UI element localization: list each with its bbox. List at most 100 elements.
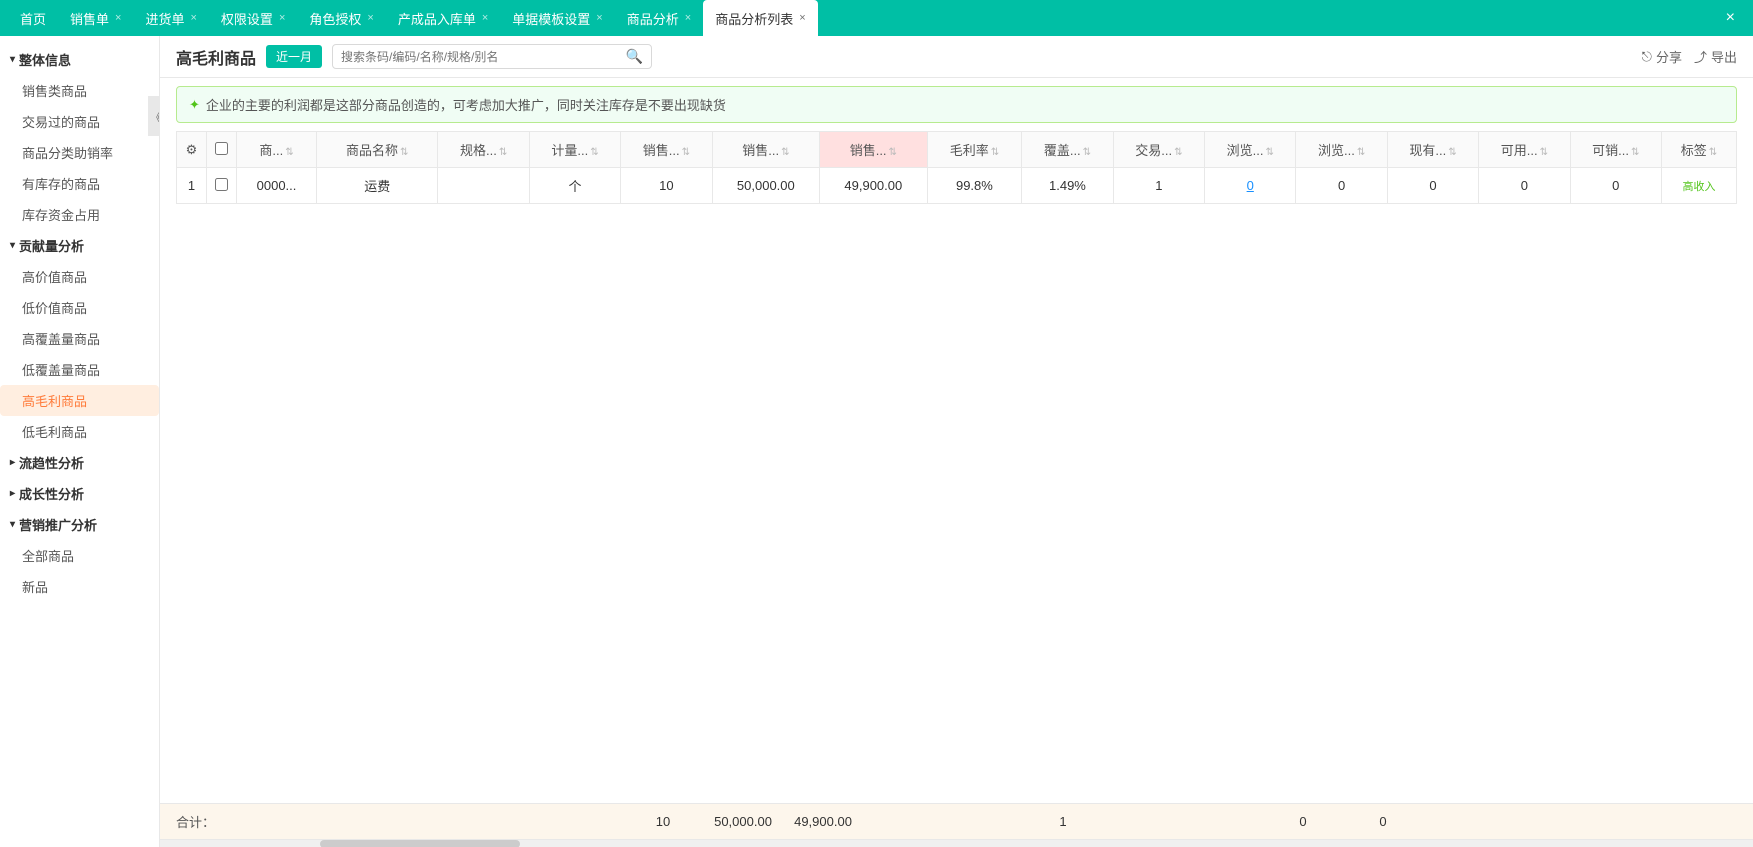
close-template-tab[interactable]: × [596, 12, 602, 24]
col-transaction[interactable]: 交易...⇅ [1113, 132, 1204, 168]
nav-purchase[interactable]: 进货单 × [133, 0, 208, 36]
nav-home[interactable]: 首页 [8, 0, 58, 36]
data-table: ⚙ 商...⇅ 商品名称⇅ 规格...⇅ 计量...⇅ 销售...⇅ 销售...… [176, 131, 1737, 204]
table-header-row: ⚙ 商...⇅ 商品名称⇅ 规格...⇅ 计量...⇅ 销售...⇅ 销售...… [177, 132, 1737, 168]
close-analysis-tab[interactable]: × [685, 12, 691, 24]
col-margin-rate[interactable]: 毛利率⇅ [927, 132, 1022, 168]
search-input[interactable] [341, 50, 626, 64]
col-spec[interactable]: 规格...⇅ [438, 132, 529, 168]
cell-sales-amount: 50,000.00 [712, 168, 819, 204]
col-settings[interactable]: ⚙ [177, 132, 207, 168]
cell-sales-cost: 49,900.00 [820, 168, 927, 204]
cell-sku-code: 0000... [237, 168, 317, 204]
header-actions: ⎋ 分享 ⤴ 导出 [1642, 47, 1737, 66]
cell-stock-current: 0 [1387, 168, 1478, 204]
sidebar-item-instock[interactable]: 有库存的商品 [0, 168, 159, 199]
cell-spec [438, 168, 529, 204]
search-icon[interactable]: 🔍 [626, 48, 643, 65]
footer-sales-qty: 10 [623, 814, 703, 829]
footer-stock-available: 0 [1343, 814, 1423, 829]
col-sales-qty[interactable]: 销售...⇅ [621, 132, 712, 168]
cell-sales-qty: 10 [621, 168, 712, 204]
close-sales-tab[interactable]: × [115, 12, 121, 24]
sidebar-item-category-assist[interactable]: 商品分类助销率 [0, 137, 159, 168]
sidebar-item-low-coverage[interactable]: 低覆盖量商品 [0, 354, 159, 385]
cell-stock-available: 0 [1479, 168, 1570, 204]
sidebar-group-growth[interactable]: ▸ 成长性分析 [0, 478, 159, 509]
col-unit[interactable]: 计量...⇅ [529, 132, 620, 168]
search-box: 🔍 [332, 44, 652, 69]
table-container: ⚙ 商...⇅ 商品名称⇅ 规格...⇅ 计量...⇅ 销售...⇅ 销售...… [160, 131, 1753, 803]
sidebar: 《 ▾ 整体信息 销售类商品 交易过的商品 商品分类助销率 有库存的商品 库存资… [0, 36, 160, 847]
nav-sales[interactable]: 销售单 × [58, 0, 133, 36]
close-purchase-tab[interactable]: × [190, 12, 196, 24]
content-area: 高毛利商品 近一月 🔍 ⎋ 分享 ⤴ 导出 ✦ 企业的主要的利润都是这部分商品创… [160, 36, 1753, 847]
nav-permissions[interactable]: 权限设置 × [209, 0, 297, 36]
col-views2[interactable]: 浏览...⇅ [1296, 132, 1387, 168]
col-stock-sellable[interactable]: 可销...⇅ [1570, 132, 1661, 168]
share-button[interactable]: ⎋ 分享 [1642, 47, 1682, 66]
nav-template[interactable]: 单据模板设置 × [500, 0, 614, 36]
sidebar-item-new-goods[interactable]: 新品 [0, 571, 159, 602]
select-all-checkbox[interactable] [215, 142, 228, 155]
sidebar-item-capital[interactable]: 库存资金占用 [0, 199, 159, 230]
cell-unit: 个 [529, 168, 620, 204]
arrow-down-icon2: ▾ [10, 240, 15, 251]
footer-stock-current: 0 [1263, 814, 1343, 829]
cell-transaction: 1 [1113, 168, 1204, 204]
sidebar-item-sales-goods[interactable]: 销售类商品 [0, 75, 159, 106]
sidebar-group-marketing[interactable]: ▾ 营销推广分析 [0, 509, 159, 540]
close-all-tabs[interactable]: × [1716, 9, 1745, 27]
footer-label: 合计： [176, 812, 215, 831]
sidebar-item-high-margin[interactable]: 高毛利商品 [0, 385, 159, 416]
nav-analysis-list[interactable]: 商品分析列表 × [703, 0, 817, 36]
content-header: 高毛利商品 近一月 🔍 ⎋ 分享 ⤴ 导出 [160, 36, 1753, 78]
page-title: 高毛利商品 [176, 45, 256, 69]
cell-views1[interactable]: 0 [1205, 168, 1296, 204]
export-button[interactable]: ⤴ 导出 [1694, 47, 1737, 66]
bottom-scrollbar[interactable] [160, 839, 1753, 847]
col-stock-available[interactable]: 可用...⇅ [1479, 132, 1570, 168]
sidebar-group-overall[interactable]: ▾ 整体信息 [0, 44, 159, 75]
col-sales-amount[interactable]: 销售...⇅ [712, 132, 819, 168]
sidebar-group-contribution[interactable]: ▾ 贡献量分析 [0, 230, 159, 261]
sidebar-group-trend[interactable]: ▸ 流趋性分析 [0, 447, 159, 478]
sidebar-collapse-btn[interactable]: 《 [148, 96, 160, 136]
col-coverage[interactable]: 覆盖...⇅ [1022, 132, 1113, 168]
close-products-tab[interactable]: × [482, 12, 488, 24]
footer-sales-amount: 50,000.00 [703, 814, 783, 829]
export-icon: ⤴ [1694, 47, 1707, 66]
main-layout: 《 ▾ 整体信息 销售类商品 交易过的商品 商品分类助销率 有库存的商品 库存资… [0, 36, 1753, 847]
close-permissions-tab[interactable]: × [279, 12, 285, 24]
arrow-right-icon: ▸ [10, 457, 15, 468]
filter-period-button[interactable]: 近一月 [266, 45, 322, 68]
sidebar-item-all-goods[interactable]: 全部商品 [0, 540, 159, 571]
scrollbar-thumb[interactable] [320, 840, 520, 847]
sidebar-item-traded-goods[interactable]: 交易过的商品 [0, 106, 159, 137]
cell-checkbox[interactable] [207, 168, 237, 204]
sidebar-item-low-value[interactable]: 低价值商品 [0, 292, 159, 323]
nav-products[interactable]: 产成品入库单 × [386, 0, 500, 36]
info-banner: ✦ 企业的主要的利润都是这部分商品创造的，可考虑加大推广，同时关注库存是不要出现… [176, 86, 1737, 123]
col-stock-current[interactable]: 现有...⇅ [1387, 132, 1478, 168]
close-analysis-list-tab[interactable]: × [799, 12, 805, 24]
arrow-down-icon3: ▾ [10, 519, 15, 530]
share-icon: ⎋ [1642, 49, 1652, 65]
sidebar-item-low-margin[interactable]: 低毛利商品 [0, 416, 159, 447]
table-row: 1 0000... 运费 个 10 50,000.00 49,900.00 99… [177, 168, 1737, 204]
arrow-down-icon: ▾ [10, 54, 15, 65]
sidebar-item-high-coverage[interactable]: 高覆盖量商品 [0, 323, 159, 354]
col-tag[interactable]: 标签⇅ [1661, 132, 1736, 168]
close-roles-tab[interactable]: × [367, 12, 373, 24]
col-sku-code[interactable]: 商...⇅ [237, 132, 317, 168]
col-checkbox[interactable] [207, 132, 237, 168]
nav-roles[interactable]: 角色授权 × [297, 0, 385, 36]
cell-index: 1 [177, 168, 207, 204]
col-sales-cost[interactable]: 销售...⇅ [820, 132, 927, 168]
col-name[interactable]: 商品名称⇅ [317, 132, 438, 168]
cell-name: 运费 [317, 168, 438, 204]
nav-analysis[interactable]: 商品分析 × [615, 0, 703, 36]
sidebar-item-high-value[interactable]: 高价值商品 [0, 261, 159, 292]
row-checkbox[interactable] [215, 178, 228, 191]
col-views1[interactable]: 浏览...⇅ [1205, 132, 1296, 168]
